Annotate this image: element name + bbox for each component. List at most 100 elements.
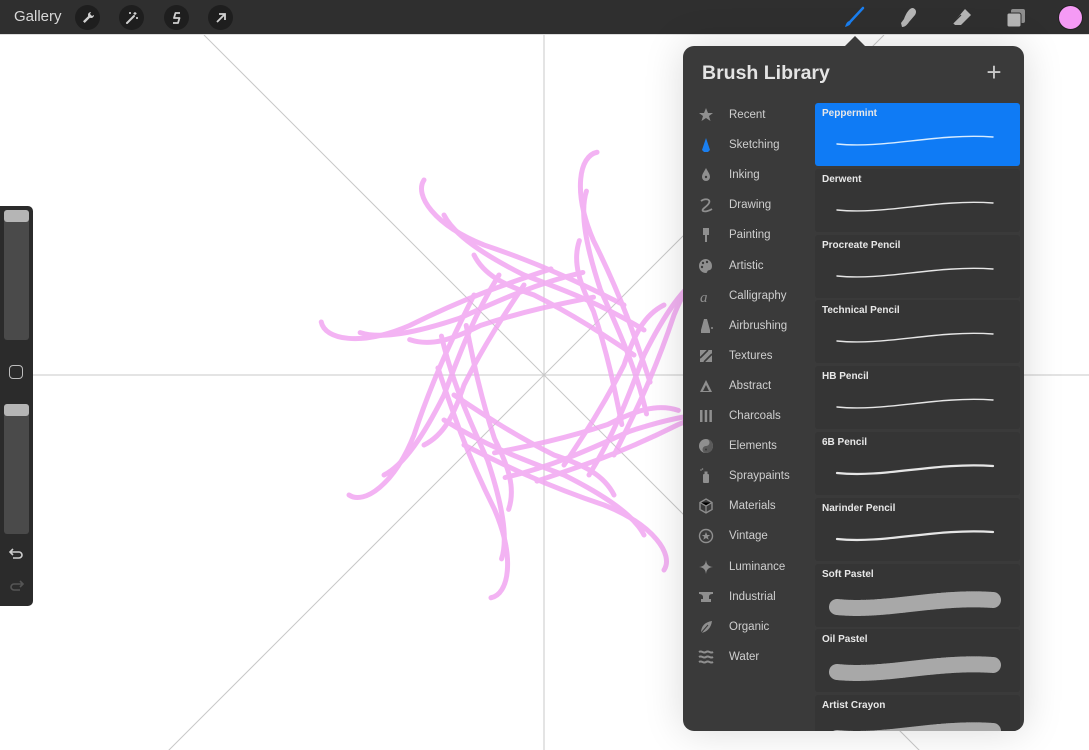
brush-item[interactable]: Procreate Pencil: [815, 234, 1020, 298]
adjustments-button[interactable]: [119, 5, 144, 30]
category-item-painting[interactable]: Painting: [683, 220, 815, 250]
brush-name: 6B Pencil: [822, 437, 868, 448]
category-label: Sketching: [729, 139, 780, 152]
brush-item[interactable]: Technical Pencil: [815, 300, 1020, 364]
category-item-textures[interactable]: Textures: [683, 341, 815, 371]
category-item-luminance[interactable]: Luminance: [683, 552, 815, 582]
brush-name: Soft Pastel: [822, 568, 874, 580]
actions-button[interactable]: [75, 5, 100, 30]
category-label: Spraypaints: [729, 470, 790, 483]
redo-icon[interactable]: [8, 579, 25, 593]
brush-icon: [845, 6, 865, 27]
category-item-inking[interactable]: Inking: [683, 160, 815, 190]
category-item-artistic[interactable]: Artistic: [683, 251, 815, 281]
undo-icon[interactable]: [8, 547, 25, 561]
palette-icon: [697, 257, 715, 275]
star-icon: [697, 106, 715, 124]
category-item-recent[interactable]: Recent: [683, 100, 815, 130]
selection-button[interactable]: [164, 5, 189, 30]
brush-stroke: [836, 201, 994, 212]
category-item-elements[interactable]: Elements: [683, 431, 815, 461]
layers-icon: [1006, 9, 1025, 28]
brush-item[interactable]: Derwent: [815, 168, 1020, 232]
arrow-cursor-icon: [215, 12, 226, 23]
gallery-button[interactable]: Gallery: [14, 8, 62, 25]
pen-nib-icon: [697, 166, 715, 184]
category-label: Airbrushing: [729, 319, 788, 332]
opacity-thumb[interactable]: [4, 404, 29, 416]
pink-stroke: [463, 323, 514, 512]
category-label: Luminance: [729, 560, 786, 573]
eraser-icon: [952, 9, 971, 25]
brush-stroke: [836, 398, 994, 409]
brush-stroke: [829, 656, 1001, 682]
brush-stroke: [836, 333, 994, 344]
brush-stroke: [829, 591, 1001, 616]
category-label: Abstract: [729, 379, 772, 392]
star-badge-icon: [697, 527, 715, 545]
textures-icon: [697, 347, 715, 365]
category-item-industrial[interactable]: Industrial: [683, 582, 815, 612]
top-toolbar: Gallery: [0, 0, 1089, 34]
category-label: Industrial: [729, 590, 776, 603]
brush-stroke: [836, 135, 994, 146]
pink-stroke: [574, 238, 625, 427]
cube-icon: [697, 497, 715, 515]
category-item-water[interactable]: Water: [683, 642, 815, 672]
category-item-materials[interactable]: Materials: [683, 491, 815, 521]
category-item-drawing[interactable]: Drawing: [683, 190, 815, 220]
smudge-tool-button[interactable]: [895, 5, 921, 31]
category-item-spraypaints[interactable]: Spraypaints: [683, 461, 815, 491]
sparkle-icon: [697, 558, 715, 576]
brush-item[interactable]: Oil Pastel: [815, 629, 1020, 693]
category-item-organic[interactable]: Organic: [683, 612, 815, 642]
opacity-slider[interactable]: [4, 404, 29, 534]
plus-icon[interactable]: +: [984, 59, 1004, 85]
selection-s-icon: [172, 11, 180, 24]
category-label: Textures: [729, 349, 773, 362]
yin-yang-icon: [697, 437, 715, 455]
brush-item[interactable]: HB Pencil: [815, 366, 1020, 430]
brush-name: Peppermint: [822, 108, 878, 119]
magic-wand-icon: [125, 11, 138, 24]
brush-size-slider[interactable]: [4, 210, 29, 340]
square-modifier-icon[interactable]: [9, 365, 23, 379]
anvil-icon: [697, 588, 715, 606]
svg-text:a: a: [700, 290, 708, 304]
category-item-calligraphy[interactable]: a Calligraphy: [683, 281, 815, 311]
spray-can-icon: [697, 467, 715, 485]
category-label: Materials: [729, 500, 776, 513]
brush-name: Artist Crayon: [822, 700, 886, 712]
brush-name: Procreate Pencil: [822, 239, 901, 251]
brush-item[interactable]: Peppermint: [815, 103, 1020, 166]
category-item-abstract[interactable]: Abstract: [683, 371, 815, 401]
color-swatch-button[interactable]: [1058, 5, 1083, 30]
category-label: Calligraphy: [729, 289, 787, 302]
smudge-finger-icon: [901, 8, 917, 27]
category-item-sketching[interactable]: Sketching: [683, 130, 815, 160]
brush-stroke: [835, 464, 995, 476]
brush-item[interactable]: 6B Pencil: [815, 432, 1020, 495]
category-item-vintage[interactable]: Vintage: [683, 521, 815, 551]
brush-item[interactable]: Narinder Pencil: [815, 497, 1020, 561]
brush-size-thumb[interactable]: [4, 210, 29, 222]
procreate-app: Gallery Brush Library + Recent Sketching…: [0, 0, 1089, 750]
brush-stroke: [836, 267, 994, 278]
charcoal-sticks-icon: [697, 407, 715, 425]
transform-button[interactable]: [208, 5, 233, 30]
brush-library-title: Brush Library: [702, 62, 830, 84]
pink-stroke: [407, 294, 596, 345]
wrench-icon: [82, 11, 94, 23]
brush-item[interactable]: Artist Crayon: [815, 695, 1020, 731]
brush-item[interactable]: Soft Pastel: [815, 563, 1020, 627]
eraser-tool-button[interactable]: [949, 5, 975, 31]
calligraphy-a-icon: a: [697, 287, 715, 305]
category-label: Organic: [729, 620, 770, 633]
category-item-charcoals[interactable]: Charcoals: [683, 401, 815, 431]
brush-tool-button[interactable]: [841, 5, 867, 31]
category-label: Vintage: [729, 530, 768, 543]
brush-stroke: [835, 530, 995, 541]
category-item-airbrushing[interactable]: Airbrushing: [683, 311, 815, 341]
airbrush-icon: [697, 317, 715, 335]
layers-button[interactable]: [1003, 5, 1029, 31]
